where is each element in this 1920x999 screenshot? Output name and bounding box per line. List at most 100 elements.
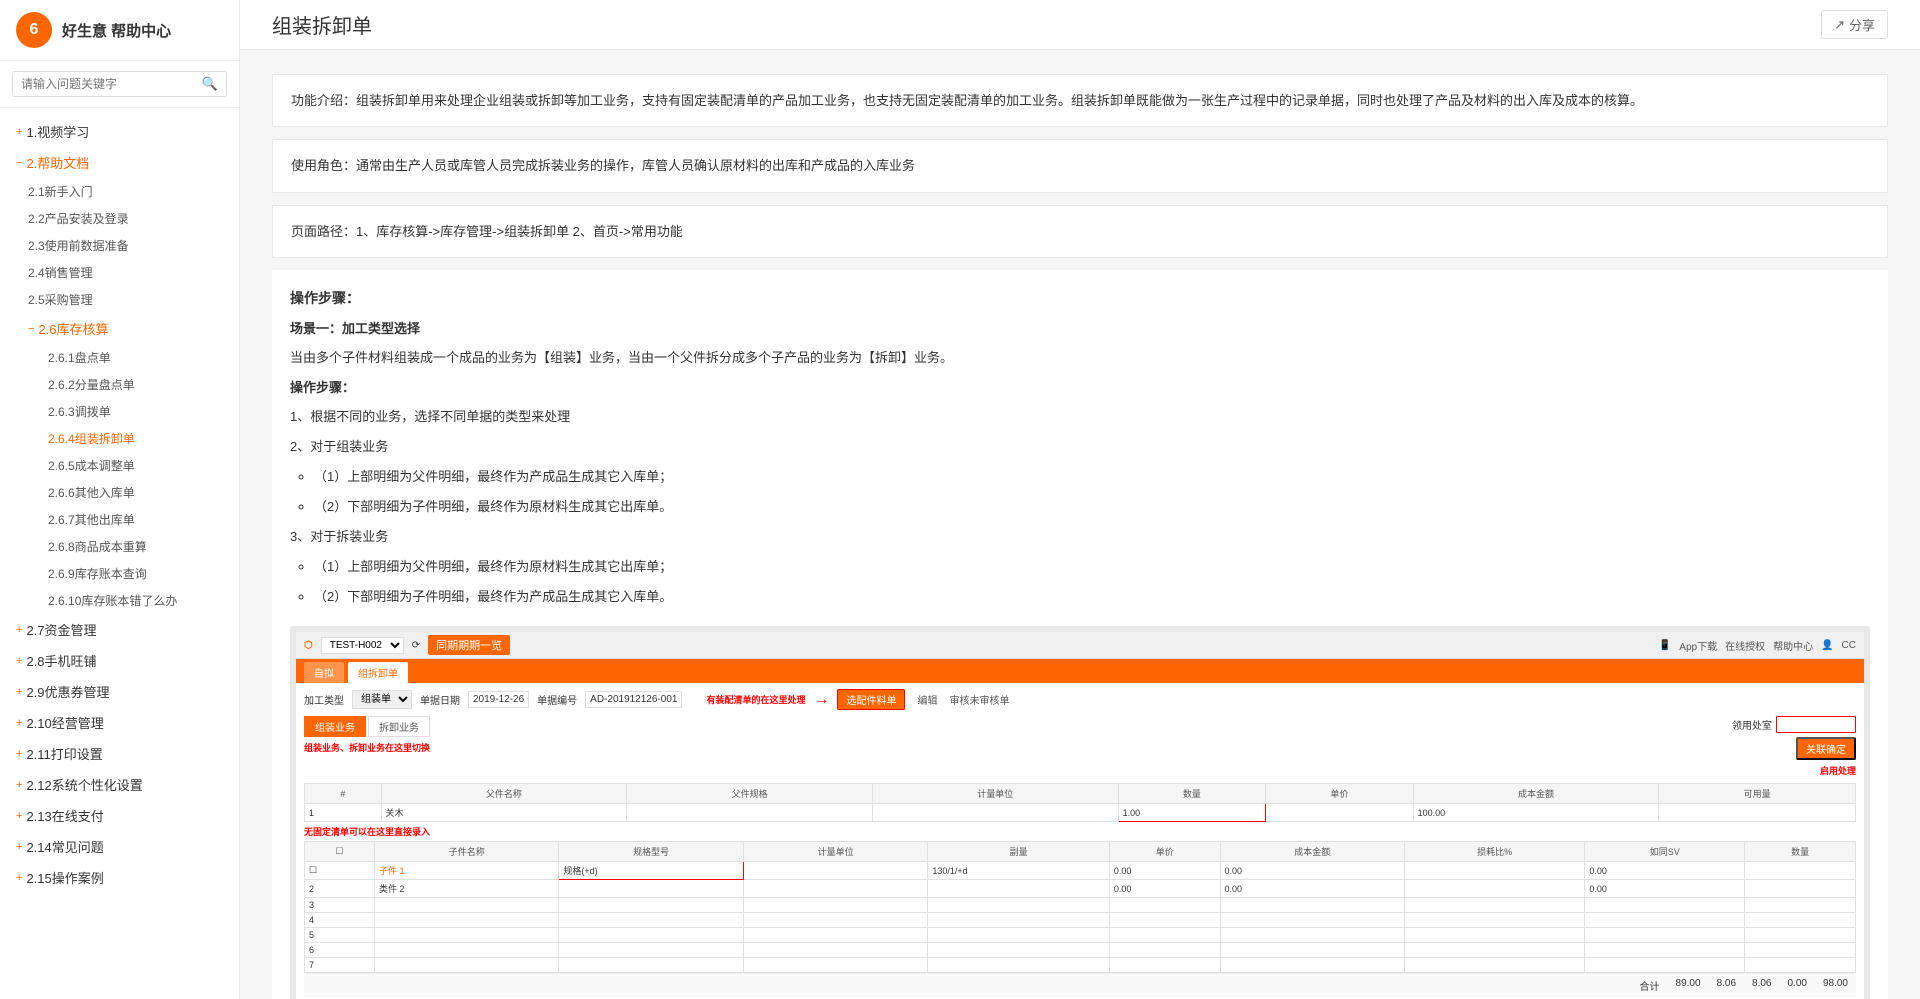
ss-lower-cell-loss-1 (1405, 862, 1585, 880)
ss-lower-row-1: ☐ 子件 1 规格(+d) 130/1/+d 0.00 0.00 0.00 (305, 862, 1856, 880)
ss-edit-btn[interactable]: 编辑 (917, 692, 937, 707)
ss-lower-row-5: 5 (305, 928, 1856, 943)
sidebar-item-2-6-1[interactable]: 2.6.1盘点单 (0, 344, 239, 371)
ss-total-label: 合计 (1640, 978, 1660, 993)
sidebar-item-2-6-7[interactable]: 2.6.7其他出库单 (0, 506, 239, 533)
ss-lower-col-check: ☐ (305, 842, 375, 862)
ss-lower-row-3: 3 (305, 898, 1856, 913)
steps-list: 1、根据不同的业务，选择不同单据的类型来处理 2、对于组装业务 （1）上部明细为… (290, 404, 1870, 610)
plus-icon-2-15: + (16, 872, 22, 884)
sidebar-item-2-6[interactable]: − 2.6库存核算 (0, 313, 239, 344)
minus-icon-2: − (28, 323, 34, 335)
sidebar-item-2-6-9[interactable]: 2.6.9库存账本查询 (0, 560, 239, 587)
search-area: 🔍 (0, 61, 239, 108)
ss-period-select[interactable]: TEST-H002 (321, 637, 404, 654)
ss-upper-cell-qty[interactable]: 1.00 (1118, 804, 1265, 822)
plus-icon-2-10: + (16, 717, 22, 729)
ss-body: 加工类型 组装单 拆卸单 单据日期 2019-12-26 单据编号 AD-201… (296, 683, 1864, 999)
ss-lower-cell-spec-2 (559, 880, 743, 898)
ss-nav-item-help: 帮助中心 (1773, 638, 1813, 653)
sidebar-item-2-6-8[interactable]: 2.6.8商品成本重算 (0, 533, 239, 560)
step2-sublist: （1）上部明细为父件明细，最终作为产成品生成其它入库单； （2）下部明细为子件明… (290, 464, 1870, 520)
ss-sub-tab-assembly[interactable]: 组装业务 (304, 716, 366, 737)
ss-upper-cell-price (1266, 804, 1413, 822)
ss-lower-table: ☐ 子件名称 规格型号 计量单位 副量 单价 成本金额 损耗比% 如同SV 数量 (304, 841, 1856, 973)
sidebar-item-2-3[interactable]: 2.3使用前数据准备 (0, 232, 239, 259)
sidebar-item-2-6-2[interactable]: 2.6.2分量盘点单 (0, 371, 239, 398)
ss-date-label: 单据日期 (420, 692, 460, 707)
ss-tab-assembly[interactable]: 组拆卸单 (348, 662, 408, 683)
ss-lower-cell-cost-2: 0.00 (1220, 880, 1404, 898)
sidebar-item-2-14[interactable]: + 2.14常见问题 (0, 831, 239, 862)
ss-lower-row-4: 4 (305, 913, 1856, 928)
ss-upper-row-1: 1 关木 1.00 100.00 (305, 804, 1856, 822)
sidebar-item-2-7[interactable]: + 2.7资金管理 (0, 614, 239, 645)
ss-lower-col-subqty: 副量 (928, 842, 1110, 862)
ss-lower-cell-sv-1: 0.00 (1585, 862, 1745, 880)
sidebar-item-2-6-5[interactable]: 2.6.5成本调整单 (0, 452, 239, 479)
sidebar-item-2-8[interactable]: + 2.8手机旺铺 (0, 645, 239, 676)
ss-lower-cell-check-1[interactable]: ☐ (305, 862, 375, 880)
intro-text: 功能介绍：组装拆卸单用来处理企业组装或拆卸等加工业务，支持有固定装配清单的产品加… (291, 93, 1643, 108)
sidebar-item-2-12-label: 2.12系统个性化设置 (26, 775, 142, 794)
scene1-title: 场景一：加工类型选择 (290, 318, 1870, 337)
ss-nav-item-auth: 在线授权 (1725, 638, 1765, 653)
sidebar-item-2-4[interactable]: 2.4销售管理 (0, 259, 239, 286)
sidebar-item-help-docs[interactable]: − 2.帮助文档 (0, 147, 239, 178)
ss-upper-col-avail: 可用量 (1659, 784, 1856, 804)
sidebar-item-2-13[interactable]: + 2.13在线支付 (0, 800, 239, 831)
share-button[interactable]: ↗ 分享 (1821, 10, 1888, 39)
share-icon: ↗ (1834, 17, 1845, 33)
ss-lower-cell-price-2: 0.00 (1109, 880, 1220, 898)
sidebar-item-2-1[interactable]: 2.1新手入门 (0, 178, 239, 205)
search-input[interactable] (21, 77, 202, 91)
sidebar-item-video[interactable]: + 1.视频学习 (0, 116, 239, 147)
ss-tab-home[interactable]: 自拟 (304, 662, 344, 683)
main-content-section: 操作步骤： 场景一：加工类型选择 当由多个子件材料组装成一个成品的业务为【组装】… (272, 270, 1888, 999)
content-area: 功能介绍：组装拆卸单用来处理企业组装或拆卸等加工业务，支持有固定装配清单的产品加… (240, 50, 1920, 999)
step2-sub1: （1）上部明细为父件明细，最终作为产成品生成其它入库单； (314, 464, 1870, 490)
sidebar-item-2-15[interactable]: + 2.15操作案例 (0, 862, 239, 893)
ss-nav-icon-user: 👤 (1821, 640, 1833, 651)
role-box: 使用角色：通常由生产人员或库管人员完成拆装业务的操作，库管人员确认原材料的出库和… (272, 139, 1888, 192)
ss-period-btn[interactable]: 同期期期一览 (428, 635, 510, 655)
ss-logo: ⬡ (304, 640, 313, 651)
ss-type-label: 加工类型 (304, 692, 344, 707)
ss-sub-tab-disassembly[interactable]: 拆卸业务 (368, 716, 430, 737)
ss-upper-cell-name: 关木 (381, 804, 627, 822)
ss-lower-cell-check-2[interactable]: 2 (305, 880, 375, 898)
sidebar-item-2-12[interactable]: + 2.12系统个性化设置 (0, 769, 239, 800)
ss-lower-cell-unit-2 (743, 880, 927, 898)
ss-refresh-icon: ⟳ (412, 640, 420, 651)
ss-lower-col-price: 单价 (1109, 842, 1220, 862)
role-text: 使用角色：通常由生产人员或库管人员完成拆装业务的操作，库管人员确认原材料的出库和… (291, 158, 915, 173)
sidebar-item-2-10[interactable]: + 2.10经营管理 (0, 707, 239, 738)
sidebar-item-2-6-6[interactable]: 2.6.6其他入库单 (0, 479, 239, 506)
ss-lower-col-unit: 计量单位 (743, 842, 927, 862)
sidebar-item-2-5[interactable]: 2.5采购管理 (0, 286, 239, 313)
sidebar-item-2-15-label: 2.15操作案例 (26, 868, 103, 887)
sidebar-item-2-9[interactable]: + 2.9优惠券管理 (0, 676, 239, 707)
ss-right-label: 领用处室 (1732, 717, 1772, 732)
ss-number-label: 单据编号 (537, 692, 577, 707)
ss-lower-cell-subqty-1: 130/1/+d (928, 862, 1110, 880)
ss-confirm-btn[interactable]: 关联确定 (1796, 737, 1856, 760)
ss-type-select[interactable]: 组装单 拆卸单 (352, 690, 412, 709)
ss-lower-cell-name-1: 子件 1 (374, 862, 558, 880)
step-2: 2、对于组装业务 (290, 434, 1870, 460)
sidebar-item-2-11[interactable]: + 2.11打印设置 (0, 738, 239, 769)
ss-audit-btn[interactable]: 审核未审核单 (949, 692, 1009, 707)
sidebar-item-2-8-label: 2.8手机旺铺 (26, 651, 96, 670)
ss-assembly-btn[interactable]: 选配件料单 (837, 689, 905, 710)
ss-right-input[interactable] (1776, 716, 1856, 733)
ss-lower-cell-price-1: 0.00 (1109, 862, 1220, 880)
search-box[interactable]: 🔍 (12, 71, 227, 97)
search-icon[interactable]: 🔍 (202, 76, 218, 92)
ss-upper-table: # 父件名称 父件规格 计量单位 数量 单价 成本金额 可用量 (304, 783, 1856, 822)
ss-date-value: 2019-12-26 (468, 691, 529, 708)
sidebar-item-2-2[interactable]: 2.2产品安装及登录 (0, 205, 239, 232)
path-box: 页面路径：1、库存核算->库存管理->组装拆卸单 2、首页->常用功能 (272, 205, 1888, 258)
sidebar-item-2-6-4[interactable]: 2.6.4组装拆卸单 (0, 425, 239, 452)
sidebar-item-2-6-3[interactable]: 2.6.3调拨单 (0, 398, 239, 425)
sidebar-item-2-6-10[interactable]: 2.6.10库存账本错了么办 (0, 587, 239, 614)
